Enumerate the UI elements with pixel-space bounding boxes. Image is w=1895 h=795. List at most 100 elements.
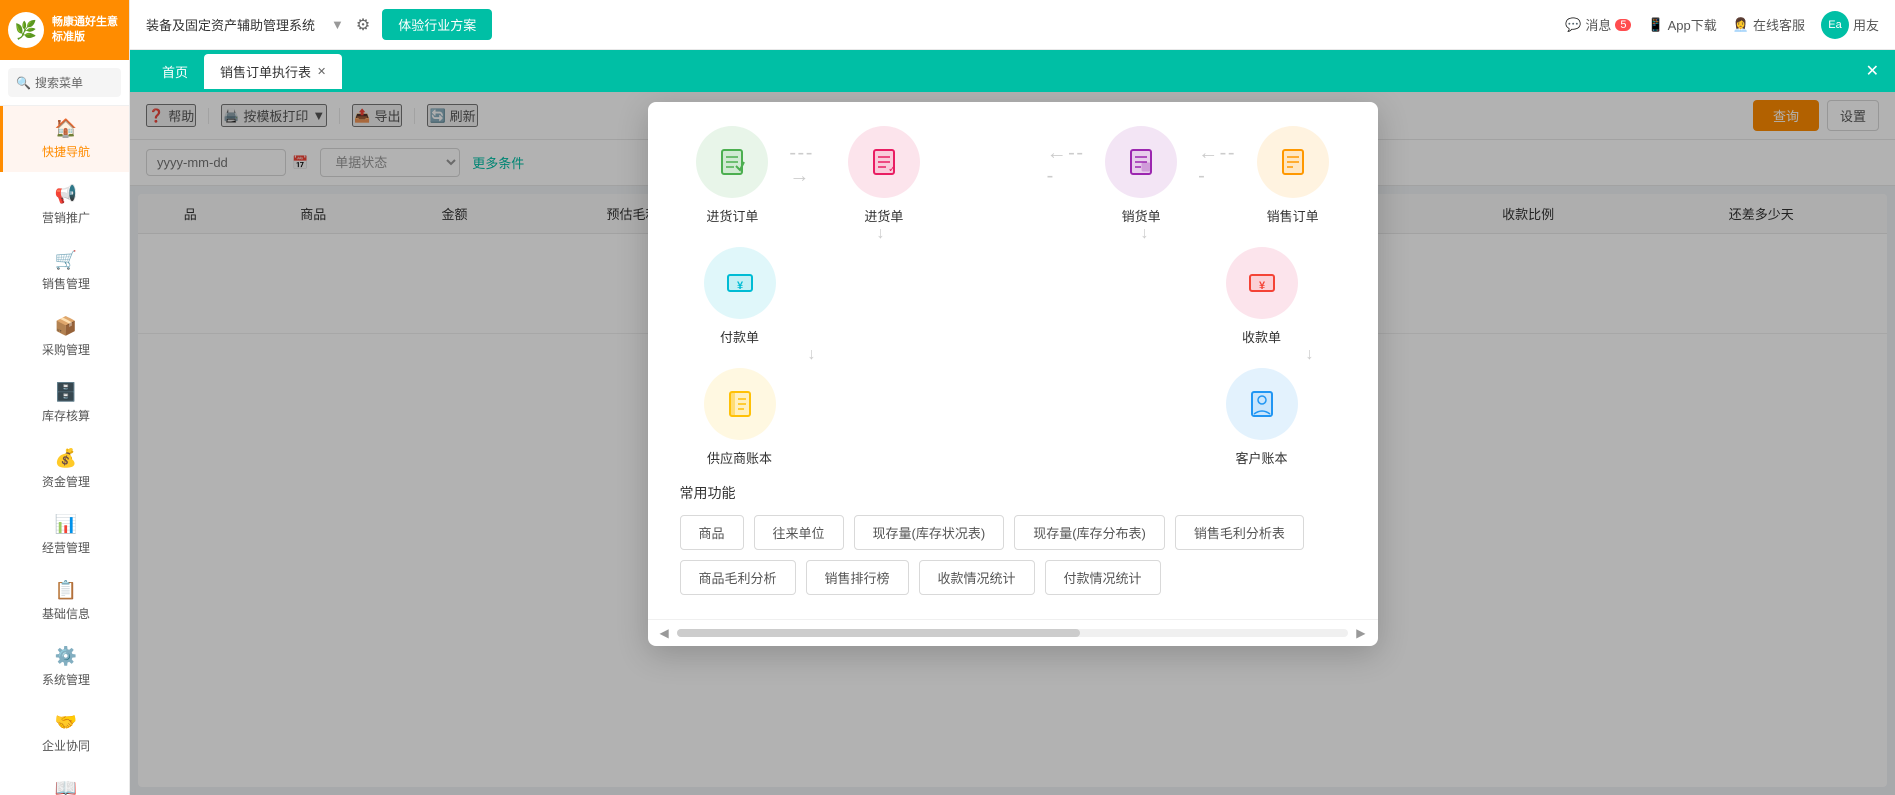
search-icon: 🔍 <box>16 76 31 90</box>
trial-btn[interactable]: 体验行业方案 <box>382 9 492 40</box>
sidebar-item-label: 采购管理 <box>42 341 90 358</box>
sidebar-item-inventory[interactable]: 🗄️ 库存核算 <box>0 370 129 436</box>
marketing-icon: 📢 <box>55 184 77 205</box>
common-functions-section: 常用功能 商品 往来单位 现存量(库存状况表) 现存量(库存分布表) 销售毛利分… <box>680 483 1346 595</box>
sales-order-label: 销售订单 <box>1267 206 1319 225</box>
dropdown-icon[interactable]: ▼ <box>331 17 344 32</box>
inventory-icon: 🗄️ <box>55 382 77 403</box>
sidebar: 🌿 畅康通好生意标准版 🔍 搜索菜单 🏠 快捷导航 📢 营销推广 🛒 销售管理 <box>0 0 130 795</box>
purchase-order-icon <box>696 126 768 198</box>
v-arrow-spacer1 <box>749 225 869 243</box>
common-btn-sales-gross[interactable]: 销售毛利分析表 <box>1175 515 1304 550</box>
sidebar-item-sales[interactable]: 🛒 销售管理 <box>0 238 129 304</box>
popup-scrollbar: ◀ ▶ <box>648 619 1378 646</box>
logo-text: 畅康通好生意标准版 <box>52 15 118 46</box>
tab-home[interactable]: 首页 <box>146 54 204 89</box>
user-label: 用友 <box>1853 15 1879 34</box>
sidebar-item-finance[interactable]: 💰 资金管理 <box>0 436 129 502</box>
sidebar-item-marketing[interactable]: 📢 营销推广 <box>0 172 129 238</box>
arrow-3: ← - - - <box>1194 142 1240 188</box>
message-label: 消息 <box>1585 15 1611 34</box>
supplier-ledger-label: 供应商账本 <box>707 448 772 467</box>
v2-arrow-right: ↓ <box>1298 346 1322 364</box>
common-btn-product[interactable]: 商品 <box>680 515 744 550</box>
tabbar-close-icon[interactable]: ✕ <box>1866 61 1879 81</box>
sidebar-nav: 🏠 快捷导航 📢 营销推广 🛒 销售管理 📦 采购管理 🗄️ 库存核算 💰 <box>0 106 129 795</box>
online-service-label: 在线客服 <box>1753 15 1805 34</box>
v2-spacer2 <box>824 346 1298 364</box>
flow-row-3: 供应商账本 <box>680 368 1346 467</box>
tab-sales-label: 销售订单执行表 <box>220 62 311 81</box>
flow-vertical-arrows-2: ↓ ↓ <box>680 346 1346 364</box>
flow-node-customer-ledger: 客户账本 <box>1202 368 1322 467</box>
v2-spacer1 <box>680 346 800 364</box>
logo-icon: 🌿 <box>8 12 44 48</box>
service-icon: 👩‍💼 <box>1733 17 1749 33</box>
common-btn-product-gross[interactable]: 商品毛利分析 <box>680 560 796 595</box>
v-arrow-sales: ↓ <box>1133 225 1157 243</box>
purchase-bill-icon: ✓ <box>848 126 920 198</box>
purchase-bill-label: 进货单 <box>864 206 903 225</box>
v2-arrow-left: ↓ <box>800 346 824 364</box>
app-download-button[interactable]: 📱 App下载 <box>1647 15 1716 34</box>
common-btn-sales-rank[interactable]: 销售排行榜 <box>806 560 909 595</box>
sidebar-item-label: 经营管理 <box>42 539 90 556</box>
flow-node-payment: ¥ 付款单 <box>680 247 800 346</box>
payment-icon: ¥ <box>704 247 776 319</box>
sidebar-item-label: 销售管理 <box>42 275 90 292</box>
sidebar-item-quick-nav[interactable]: 🏠 快捷导航 <box>0 106 129 172</box>
sidebar-item-label: 营销推广 <box>42 209 90 226</box>
tab-close-icon[interactable]: ✕ <box>317 65 326 78</box>
download-icon: 📱 <box>1647 17 1663 33</box>
sales-icon: 🛒 <box>55 250 77 271</box>
tab-home-label: 首页 <box>162 62 188 81</box>
v-arrow-purchase: ↓ <box>869 225 893 243</box>
sidebar-item-label: 系统管理 <box>42 671 90 688</box>
search-menu-button[interactable]: 🔍 搜索菜单 <box>8 68 121 97</box>
supplier-ledger-icon <box>704 368 776 440</box>
content-area: ❓ 帮助 🖨️ 按模板打印 ▼ 📤 导出 <box>130 92 1895 795</box>
sidebar-search-area: 🔍 搜索菜单 <box>0 60 129 106</box>
popup-body: 进货订单 - - - → <box>648 102 1378 619</box>
common-functions-buttons: 商品 往来单位 现存量(库存状况表) 现存量(库存分布表) 销售毛利分析表 商品… <box>680 515 1346 595</box>
flow-node-purchase-order: 进货订单 <box>680 126 786 225</box>
flow-node-receipt: ¥ 收款单 <box>1202 247 1322 346</box>
sidebar-item-enterprise[interactable]: 🤝 企业协同 <box>0 700 129 766</box>
sidebar-item-newbie[interactable]: 📖 新手引导 <box>0 766 129 795</box>
message-button[interactable]: 💬 消息 5 <box>1565 15 1631 34</box>
online-service-button[interactable]: 👩‍💼 在线客服 <box>1733 15 1805 34</box>
sales-bill-label: 销货单 <box>1122 206 1161 225</box>
gear-icon[interactable]: ⚙ <box>356 15 370 35</box>
scroll-left-icon[interactable]: ◀ <box>660 626 669 640</box>
tabbar: 首页 销售订单执行表 ✕ ✕ <box>130 50 1895 92</box>
message-icon: 💬 <box>1565 17 1581 33</box>
newbie-icon: 📖 <box>55 778 77 795</box>
sidebar-item-operation[interactable]: 📊 经营管理 <box>0 502 129 568</box>
operation-icon: 📊 <box>55 514 77 535</box>
v-arrow-spacer2 <box>893 225 1013 243</box>
sidebar-item-purchase[interactable]: 📦 采购管理 <box>0 304 129 370</box>
sales-bill-icon <box>1105 126 1177 198</box>
sidebar-item-label: 基础信息 <box>42 605 90 622</box>
common-btn-payment-stat[interactable]: 付款情况统计 <box>1045 560 1161 595</box>
tab-sales-order-exec[interactable]: 销售订单执行表 ✕ <box>204 54 342 89</box>
flow-node-purchase-bill: ✓ 进货单 <box>831 126 937 225</box>
common-btn-stock-dist[interactable]: 现存量(库存分布表) <box>1014 515 1165 550</box>
scroll-right-icon[interactable]: ▶ <box>1356 626 1365 640</box>
common-btn-receipt-stat[interactable]: 收款情况统计 <box>919 560 1035 595</box>
sidebar-item-label: 企业协同 <box>42 737 90 754</box>
common-btn-stock-status[interactable]: 现存量(库存状况表) <box>854 515 1005 550</box>
popup-overlay[interactable]: 进货订单 - - - → <box>130 92 1895 795</box>
topbar-right: 💬 消息 5 📱 App下载 👩‍💼 在线客服 Ea 用友 <box>1565 11 1879 39</box>
sidebar-item-system[interactable]: ⚙️ 系统管理 <box>0 634 129 700</box>
user-menu[interactable]: Ea 用友 <box>1821 11 1879 39</box>
scrollbar-track[interactable] <box>677 629 1349 637</box>
message-badge: 5 <box>1615 19 1631 31</box>
common-btn-partner[interactable]: 往来单位 <box>754 515 844 550</box>
sidebar-item-basic[interactable]: 📋 基础信息 <box>0 568 129 634</box>
app-download-label: App下载 <box>1668 15 1717 34</box>
receipt-icon: ¥ <box>1226 247 1298 319</box>
scrollbar-thumb <box>677 629 1080 637</box>
svg-text:✓: ✓ <box>888 164 896 175</box>
arrow-2: ← - - - <box>1043 142 1089 188</box>
